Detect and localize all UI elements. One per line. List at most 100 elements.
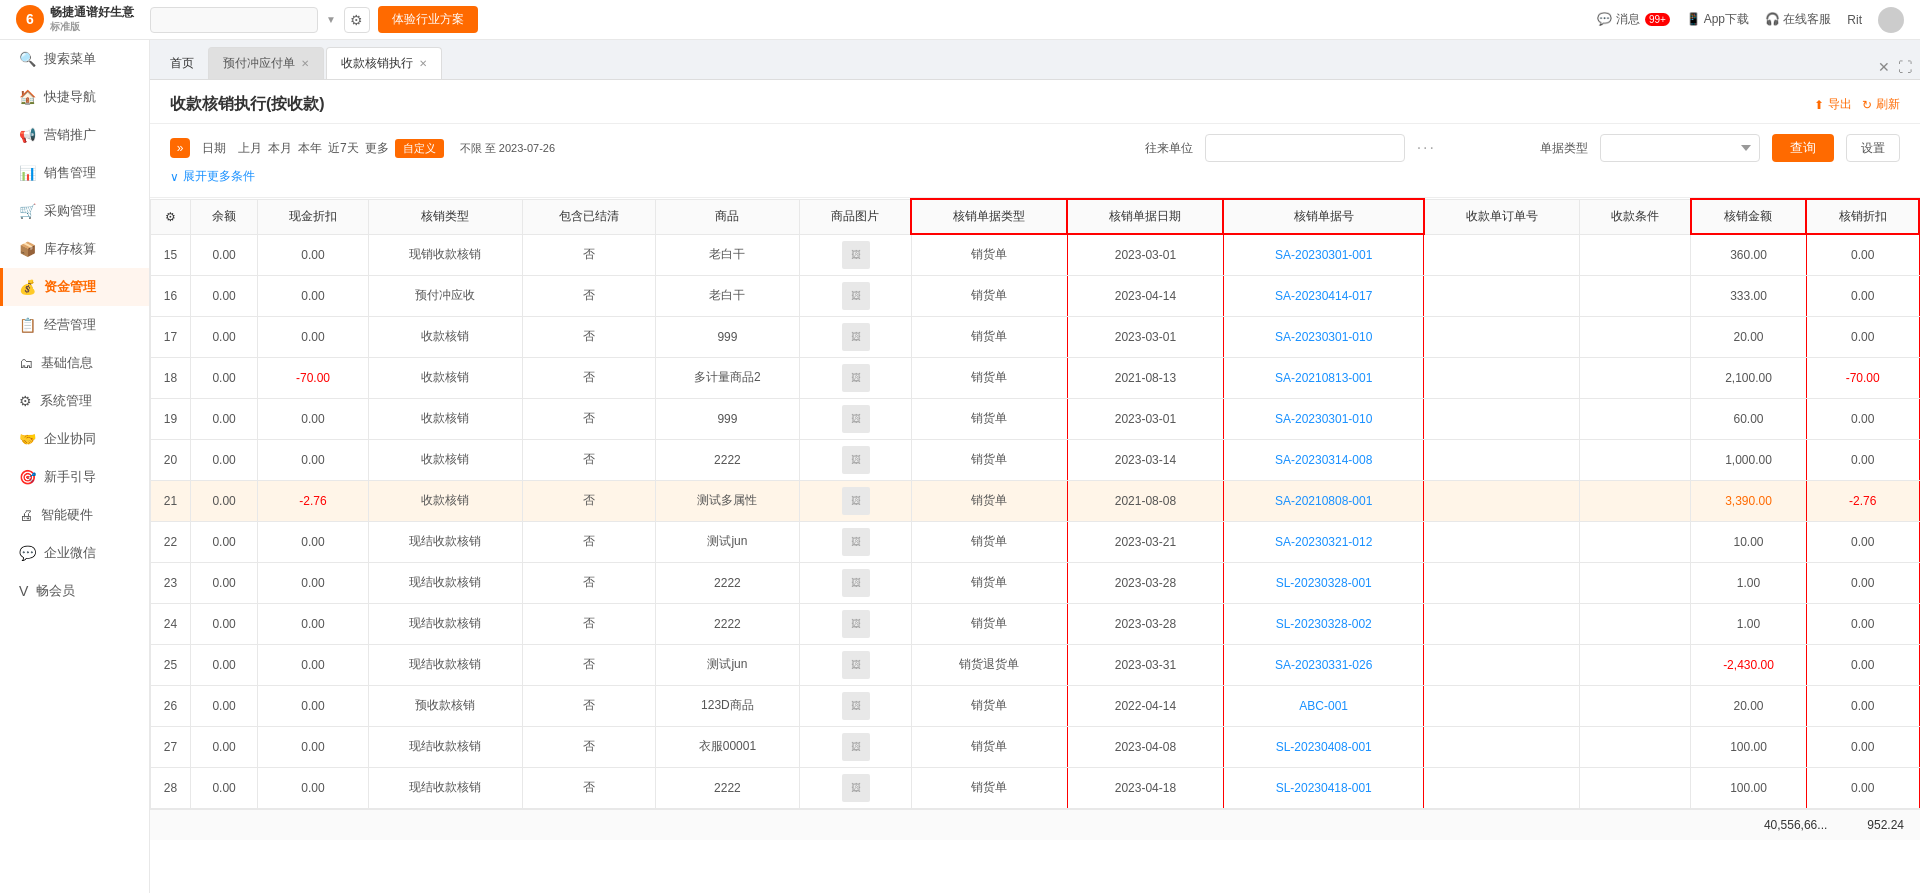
sidebar-item-search[interactable]: 🔍 搜索菜单 xyxy=(0,40,149,78)
cancel-type: 收款核销 xyxy=(368,439,522,480)
cancel-bill-no[interactable]: SL-20230328-002 xyxy=(1223,603,1423,644)
sidebar-item-member[interactable]: V 畅会员 xyxy=(0,572,149,610)
refresh-btn[interactable]: ↻ 刷新 xyxy=(1862,96,1900,113)
sidebar-item-collaboration[interactable]: 🤝 企业协同 xyxy=(0,420,149,458)
logo-sub: 标准版 xyxy=(50,20,134,34)
sidebar-item-label: 资金管理 xyxy=(44,278,96,296)
bill-type-select[interactable] xyxy=(1600,134,1760,162)
receipt-condition xyxy=(1579,439,1691,480)
cancel-bill-no[interactable]: SA-20230321-012 xyxy=(1223,521,1423,562)
balance: 0.00 xyxy=(191,439,258,480)
table-area[interactable]: ⚙ 余额 现金折扣 核销类型 包含已结清 商品 商品图片 核销单据类型 核销单据… xyxy=(150,198,1920,809)
date-last-month[interactable]: 上月 xyxy=(238,140,262,157)
tab-receipt-cancel[interactable]: 收款核销执行 ✕ xyxy=(326,47,442,79)
sidebar-item-quicknav[interactable]: 🏠 快捷导航 xyxy=(0,78,149,116)
sidebar-item-purchase[interactable]: 🛒 采购管理 xyxy=(0,192,149,230)
sidebar-item-guide[interactable]: 🎯 新手引导 xyxy=(0,458,149,496)
goods: 123D商品 xyxy=(655,685,800,726)
top-search-input[interactable] xyxy=(150,7,318,33)
filter-toggle-btn[interactable]: » xyxy=(170,138,190,158)
cancel-type: 预付冲应收 xyxy=(368,275,522,316)
expand-more-btn[interactable]: ∨ 展开更多条件 xyxy=(170,162,1900,187)
sidebar-item-marketing[interactable]: 📢 营销推广 xyxy=(0,116,149,154)
receipt-order-no xyxy=(1424,398,1579,439)
sidebar-item-system[interactable]: ⚙ 系统管理 xyxy=(0,382,149,420)
cancel-bill-type: 销货单 xyxy=(911,521,1067,562)
cancel-bill-date: 2023-03-31 xyxy=(1067,644,1223,685)
cancel-bill-no[interactable]: SA-20210808-001 xyxy=(1223,480,1423,521)
cancel-bill-no[interactable]: SL-20230408-001 xyxy=(1223,726,1423,767)
sidebar-item-inventory[interactable]: 📦 库存核算 xyxy=(0,230,149,268)
close-icon[interactable]: ✕ xyxy=(301,58,309,69)
maximize-icon[interactable]: ⛶ xyxy=(1898,59,1912,75)
sidebar-item-operations[interactable]: 📋 经营管理 xyxy=(0,306,149,344)
messages-link[interactable]: 💬 消息 99+ xyxy=(1597,11,1670,28)
receipt-order-no xyxy=(1424,562,1579,603)
balance: 0.00 xyxy=(191,603,258,644)
date-custom-btn[interactable]: 自定义 xyxy=(395,139,444,158)
user-text: Rit xyxy=(1847,13,1862,27)
sidebar-item-finance[interactable]: 💰 资金管理 xyxy=(0,268,149,306)
col-balance: 余额 xyxy=(191,199,258,234)
date-last-7days[interactable]: 近7天 xyxy=(328,140,359,157)
sidebar-item-sales[interactable]: 📊 销售管理 xyxy=(0,154,149,192)
cancel-bill-no[interactable]: SA-20230414-017 xyxy=(1223,275,1423,316)
search-icon: 🔍 xyxy=(19,51,36,67)
page-header: 收款核销执行(按收款) ⬆ 导出 ↻ 刷新 xyxy=(150,80,1920,124)
cancel-bill-type: 销货单 xyxy=(911,767,1067,808)
date-this-year[interactable]: 本年 xyxy=(298,140,322,157)
cancel-bill-no[interactable]: SL-20230418-001 xyxy=(1223,767,1423,808)
cancel-discount: 0.00 xyxy=(1806,644,1919,685)
row-num: 26 xyxy=(151,685,191,726)
cash-discount: 0.00 xyxy=(258,398,369,439)
date-more[interactable]: 更多 xyxy=(365,140,389,157)
sidebar-item-hardware[interactable]: 🖨 智能硬件 xyxy=(0,496,149,534)
industry-btn[interactable]: 体验行业方案 xyxy=(378,6,478,33)
sales-icon: 📊 xyxy=(19,165,36,181)
cancel-bill-no[interactable]: SA-20230301-010 xyxy=(1223,398,1423,439)
close-icon[interactable]: ✕ xyxy=(419,58,427,69)
cancel-bill-no[interactable]: SL-20230328-001 xyxy=(1223,562,1423,603)
top-bar-right: 💬 消息 99+ 📱 App下载 🎧 在线客服 Rit xyxy=(1597,7,1904,33)
total-discount: 952.24 xyxy=(1867,818,1904,832)
chevron-down-icon[interactable]: ▼ xyxy=(326,14,336,25)
table-row: 210.00-2.76收款核销否测试多属性🖼销货单2021-08-08SA-20… xyxy=(151,480,1920,521)
cancel-bill-no[interactable]: SA-20210813-001 xyxy=(1223,357,1423,398)
goods: 老白干 xyxy=(655,275,800,316)
cancel-bill-no[interactable]: SA-20230314-008 xyxy=(1223,439,1423,480)
avatar[interactable] xyxy=(1878,7,1904,33)
settings-btn[interactable]: 设置 xyxy=(1846,134,1900,162)
cancel-bill-no[interactable]: SA-20230301-010 xyxy=(1223,316,1423,357)
export-btn[interactable]: ⬆ 导出 xyxy=(1814,96,1852,113)
balance: 0.00 xyxy=(191,644,258,685)
balance: 0.00 xyxy=(191,767,258,808)
goods-img: 🖼 xyxy=(800,234,912,275)
col-cancel-type: 核销类型 xyxy=(368,199,522,234)
source-unit-input[interactable] xyxy=(1205,134,1405,162)
receipt-order-no xyxy=(1424,726,1579,767)
settings-icon[interactable]: ⚙ xyxy=(344,7,370,33)
include-settled: 否 xyxy=(523,398,655,439)
goods-img: 🖼 xyxy=(800,767,912,808)
tab-prepayment[interactable]: 预付冲应付单 ✕ xyxy=(208,47,324,79)
goods: 衣服00001 xyxy=(655,726,800,767)
goods: 2222 xyxy=(655,603,800,644)
close-tab-icon[interactable]: ✕ xyxy=(1878,59,1890,75)
table-row: 150.000.00现销收款核销否老白干🖼销货单2023-03-01SA-202… xyxy=(151,234,1920,275)
cancel-discount: -2.76 xyxy=(1806,480,1919,521)
query-btn[interactable]: 查询 xyxy=(1772,134,1834,162)
date-this-month[interactable]: 本月 xyxy=(268,140,292,157)
sidebar-item-basic-info[interactable]: 🗂 基础信息 xyxy=(0,344,149,382)
col-settings[interactable]: ⚙ xyxy=(151,199,191,234)
cancel-amount: 2,100.00 xyxy=(1691,357,1807,398)
tab-home[interactable]: 首页 xyxy=(158,47,206,79)
balance: 0.00 xyxy=(191,726,258,767)
online-service-link[interactable]: 🎧 在线客服 xyxy=(1765,11,1831,28)
cancel-bill-no[interactable]: SA-20230331-026 xyxy=(1223,644,1423,685)
app-download-link[interactable]: 📱 App下载 xyxy=(1686,11,1749,28)
cancel-bill-no[interactable]: ABC-001 xyxy=(1223,685,1423,726)
cancel-bill-no[interactable]: SA-20230301-001 xyxy=(1223,234,1423,275)
cash-discount: 0.00 xyxy=(258,726,369,767)
sidebar-item-wechat[interactable]: 💬 企业微信 xyxy=(0,534,149,572)
row-num: 24 xyxy=(151,603,191,644)
